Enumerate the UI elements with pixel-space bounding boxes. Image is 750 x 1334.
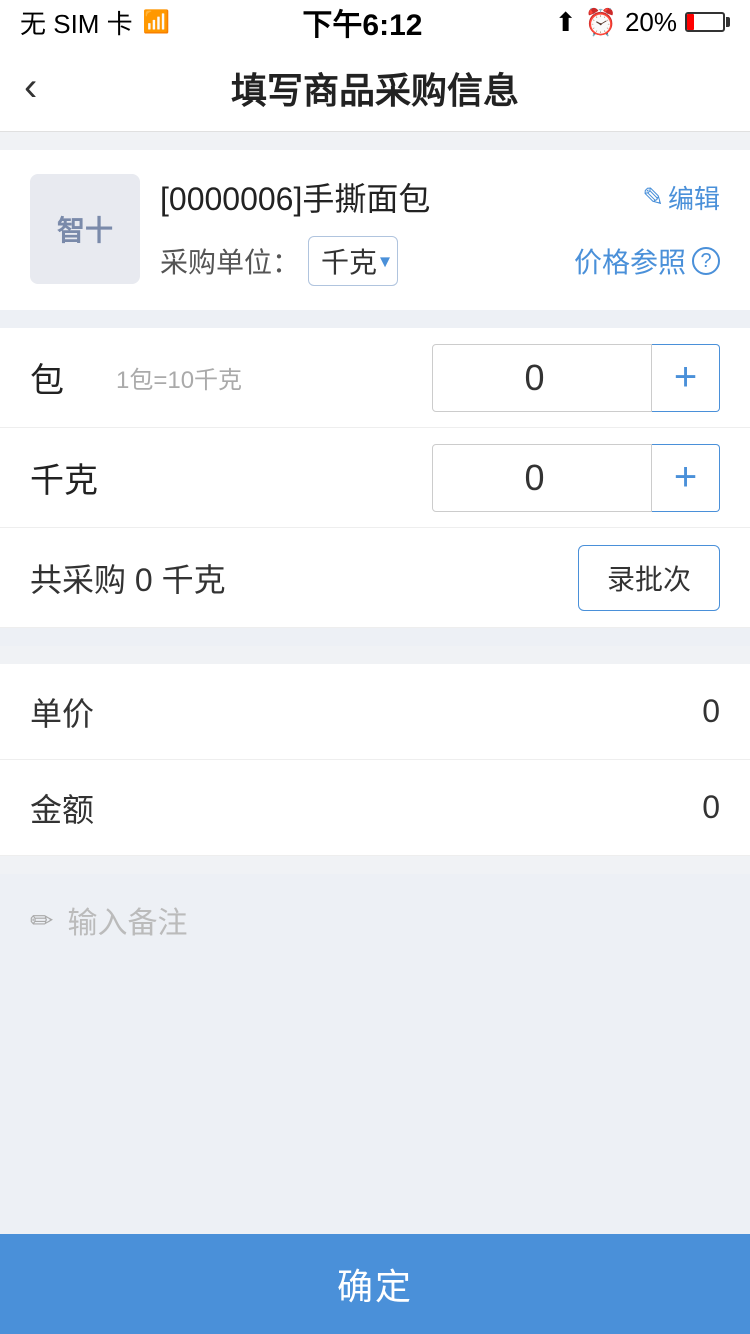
unit-select-wrapper[interactable]: 千克 — [308, 236, 398, 286]
product-info: [0000006]手撕面包 ✎ 编辑 采购单位： 千克 价格参照 ? — [160, 174, 720, 286]
bag-input-row: 包 1包=10千克 + — [0, 328, 750, 428]
price-section: 单价 0 金额 0 — [0, 664, 750, 856]
price-ref-button[interactable]: 价格参照 ? — [574, 241, 720, 281]
amount-row: 金额 0 — [0, 760, 750, 856]
battery-icon — [685, 12, 730, 32]
batch-button[interactable]: 录批次 — [578, 545, 720, 611]
amount-label: 金额 — [30, 785, 94, 831]
amount-value: 0 — [702, 789, 720, 826]
bag-sub-label: 1包=10千克 — [116, 360, 242, 395]
product-unit-row: 采购单位： 千克 价格参照 ? — [160, 236, 720, 286]
unit-label: 采购单位： — [160, 241, 300, 281]
edit-label: 编辑 — [668, 179, 720, 216]
total-row: 共采购 0 千克 录批次 — [0, 528, 750, 628]
confirm-label: 确定 — [337, 1258, 413, 1310]
total-text: 共采购 0 千克 — [30, 555, 226, 601]
battery-percent: 20% — [625, 7, 677, 38]
location-icon: ⬆ — [555, 7, 577, 38]
wifi-icon: 📶 — [143, 9, 170, 35]
unit-price-row: 单价 0 — [0, 664, 750, 760]
kg-input-row: 千克 + — [0, 428, 750, 528]
bag-label: 包 — [30, 353, 110, 402]
unit-price-value: 0 — [702, 693, 720, 730]
page-title: 填写商品采购信息 — [231, 62, 519, 114]
price-ref-help-icon[interactable]: ? — [692, 247, 720, 275]
kg-plus-button[interactable]: + — [652, 444, 720, 512]
remark-section[interactable]: ✏ 输入备注 — [0, 874, 750, 966]
bag-input[interactable] — [432, 344, 652, 412]
product-thumbnail: 智十 — [30, 174, 140, 284]
status-bar: 无 SIM 卡 📶 下午6:12 ⬆ ⏰ 20% — [0, 0, 750, 44]
status-time: 下午6:12 — [302, 0, 422, 44]
back-button[interactable]: ‹ — [24, 65, 37, 110]
status-left: 无 SIM 卡 📶 — [20, 4, 170, 41]
input-section: 包 1包=10千克 + 千克 + 共采购 0 千克 录批次 — [0, 328, 750, 628]
edit-icon: ✎ — [642, 182, 664, 213]
edit-link[interactable]: ✎ 编辑 — [642, 179, 720, 216]
bag-input-wrapper: + — [432, 344, 720, 412]
status-right: ⬆ ⏰ 20% — [555, 7, 730, 38]
kg-input[interactable] — [432, 444, 652, 512]
divider-1 — [0, 310, 750, 328]
product-name: [0000006]手撕面包 — [160, 174, 430, 220]
kg-input-wrapper: + — [432, 444, 720, 512]
remark-placeholder: 输入备注 — [67, 898, 187, 942]
pencil-icon: ✏ — [30, 904, 53, 937]
divider-2 — [0, 628, 750, 646]
alarm-icon: ⏰ — [585, 7, 617, 38]
product-card: 智十 [0000006]手撕面包 ✎ 编辑 采购单位： 千克 价格参照 ? — [0, 150, 750, 310]
confirm-bar[interactable]: 确定 — [0, 1234, 750, 1334]
nav-bar: ‹ 填写商品采购信息 — [0, 44, 750, 132]
kg-label: 千克 — [30, 453, 110, 502]
product-thumb-text: 智十 — [57, 209, 113, 249]
price-ref-label: 价格参照 — [574, 241, 686, 281]
sim-label: 无 SIM 卡 — [20, 4, 133, 41]
unit-price-label: 单价 — [30, 689, 94, 735]
unit-select[interactable]: 千克 — [308, 236, 398, 286]
product-name-row: [0000006]手撕面包 ✎ 编辑 — [160, 174, 720, 220]
bag-plus-button[interactable]: + — [652, 344, 720, 412]
